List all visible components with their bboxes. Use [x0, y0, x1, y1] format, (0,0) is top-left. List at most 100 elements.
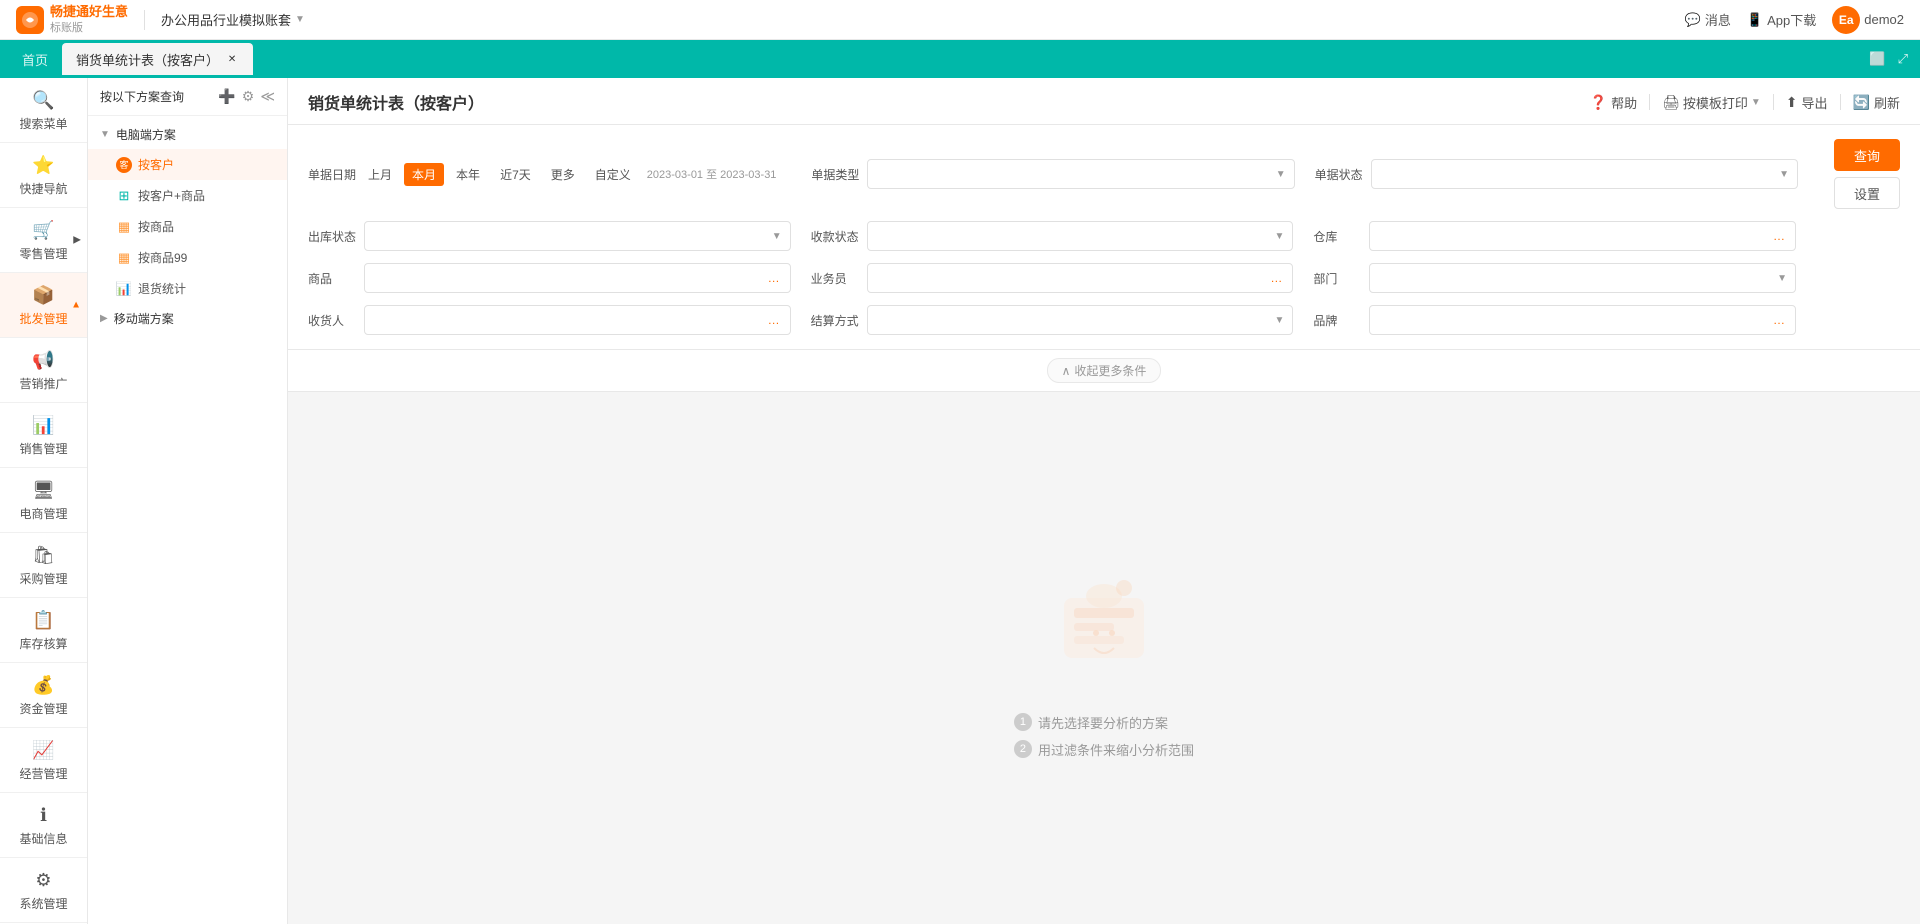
tab-maximize-action[interactable]: ⤢: [1894, 47, 1912, 71]
warehouse-label: 仓库: [1313, 228, 1361, 245]
collapse-button[interactable]: ∧ 收起更多条件: [1047, 358, 1162, 383]
tree-group-desktop: ▼ 电脑端方案 客 按客户 ⊞ 按客户+商品 ▦ 按商品: [88, 120, 287, 304]
date-tab-custom[interactable]: 自定义: [587, 163, 639, 186]
doc-type-label: 单据类型: [811, 166, 859, 183]
help-icon: ❓: [1590, 94, 1607, 111]
tip-2-num: 2: [1014, 740, 1032, 758]
out-status-field: 出库状态 ▼: [308, 221, 791, 251]
system-title-dropdown[interactable]: 办公用品行业模拟账套 ▼: [161, 10, 305, 29]
system-title: 办公用品行业模拟账套: [161, 10, 291, 29]
purchase-icon: 🛍: [32, 545, 55, 566]
query-button[interactable]: 查询: [1834, 139, 1900, 171]
user-area[interactable]: Ea demo2: [1832, 6, 1904, 34]
export-btn[interactable]: ⬆ 导出: [1786, 93, 1828, 112]
customer-icon: 客: [116, 157, 132, 173]
sidebar-item-finance[interactable]: 💰 资金管理: [0, 663, 87, 728]
tree-item-customer-goods[interactable]: ⊞ 按客户+商品: [88, 180, 287, 211]
message-action[interactable]: 💬 消息: [1685, 10, 1731, 29]
sidebar-item-retail[interactable]: 🛒 零售管理 ▶: [0, 208, 87, 273]
tree-item-by-goods-label: 按商品: [138, 218, 174, 235]
top-header: 畅捷通好生意 标账版 办公用品行业模拟账套 ▼ 💬 消息 📱 App下载 Ea …: [0, 0, 1920, 40]
dept-arrow-icon: ▼: [1777, 273, 1787, 284]
sidebar: 🔍 搜索菜单 ⭐ 快捷导航 🛒 零售管理 ▶ 📦 批发管理 ▲ 📢 营销推广 📊…: [0, 78, 88, 924]
main-layout: 🔍 搜索菜单 ⭐ 快捷导航 🛒 零售管理 ▶ 📦 批发管理 ▲ 📢 营销推广 📊…: [0, 78, 1920, 924]
print-icon: 🖨: [1662, 94, 1680, 111]
goods-label: 商品: [308, 270, 356, 287]
out-status-label: 出库状态: [308, 228, 356, 245]
sidebar-item-operations[interactable]: 📈 经营管理: [0, 728, 87, 793]
receipt-status-input[interactable]: ▼: [867, 221, 1294, 251]
sidebar-item-search[interactable]: 🔍 搜索菜单: [0, 78, 87, 143]
collapse-bar: ∧ 收起更多条件: [288, 350, 1920, 392]
ecommerce-icon: 🖥: [32, 480, 55, 501]
template-print-arrow-icon: ▼: [1751, 97, 1761, 108]
tree-item-return-stat[interactable]: 📊 退货统计: [88, 273, 287, 304]
brand-input[interactable]: …: [1369, 305, 1796, 335]
minimize-icon: ⬜: [1869, 51, 1885, 67]
settlement-arrow-icon: ▼: [1274, 315, 1284, 326]
scheme-settings-btn[interactable]: ⚙: [242, 88, 255, 105]
goods-field: 商品 …: [308, 263, 791, 293]
scheme-panel-actions: ➕ ⚙ ≪: [218, 88, 275, 105]
tab-minimize-action[interactable]: ⬜: [1865, 47, 1889, 71]
tree-group-desktop-label: 电脑端方案: [116, 126, 176, 143]
receipt-status-field: 收款状态 ▼: [811, 221, 1294, 251]
sidebar-item-system[interactable]: ⚙ 系统管理: [0, 858, 87, 923]
tree-item-by-customer[interactable]: 客 按客户: [88, 149, 287, 180]
sidebar-item-basic-info[interactable]: ℹ 基础信息: [0, 793, 87, 858]
sidebar-item-quicknav[interactable]: ⭐ 快捷导航: [0, 143, 87, 208]
date-tab-more[interactable]: 更多: [543, 163, 583, 186]
tree-item-by-goods[interactable]: ▦ 按商品: [88, 211, 287, 242]
sidebar-item-purchase[interactable]: 🛍 采购管理: [0, 533, 87, 598]
empty-state: 1 请先选择要分析的方案 2 用过滤条件来缩小分析范围: [288, 392, 1920, 924]
sidebar-item-marketing[interactable]: 📢 营销推广: [0, 338, 87, 403]
warehouse-input[interactable]: …: [1369, 221, 1796, 251]
out-status-input[interactable]: ▼: [364, 221, 791, 251]
tab-sales-stat[interactable]: 销货单统计表（按客户） ✕: [62, 43, 253, 75]
date-tab-this-year[interactable]: 本年: [448, 163, 488, 186]
refresh-icon: 🔄: [1853, 94, 1870, 111]
date-tab-last-month[interactable]: 上月: [360, 163, 400, 186]
help-btn[interactable]: ❓ 帮助: [1590, 93, 1637, 112]
staff-input[interactable]: …: [867, 263, 1294, 293]
goods-input[interactable]: …: [364, 263, 791, 293]
sidebar-system-label: 系统管理: [19, 895, 67, 912]
tree-item-by-goods99[interactable]: ▦ 按商品99: [88, 242, 287, 273]
filter-row-2: 出库状态 ▼ 收款状态 ▼ 仓库: [308, 221, 1900, 251]
app-download-action[interactable]: 📱 App下载: [1747, 10, 1816, 29]
tab-close-icon[interactable]: ✕: [225, 52, 239, 66]
sidebar-item-sales[interactable]: 📊 销售管理: [0, 403, 87, 468]
staff-label: 业务员: [811, 270, 859, 287]
dept-input[interactable]: ▼: [1369, 263, 1796, 293]
sidebar-item-inventory[interactable]: 📋 库存核算: [0, 598, 87, 663]
sidebar-item-wholesale[interactable]: 📦 批发管理 ▲: [0, 273, 87, 338]
sidebar-operations-label: 经营管理: [19, 765, 67, 782]
scheme-add-btn[interactable]: ➕: [218, 88, 235, 105]
doc-status-arrow-icon: ▼: [1779, 169, 1789, 180]
refresh-btn[interactable]: 🔄 刷新: [1853, 93, 1900, 112]
template-print-btn[interactable]: 🖨 按模板打印 ▼: [1662, 93, 1761, 112]
warehouse-field: 仓库 …: [1313, 221, 1796, 251]
receipt-status-label: 收款状态: [811, 228, 859, 245]
sidebar-search-label: 搜索菜单: [19, 115, 67, 132]
content-area: 按以下方案查询 ➕ ⚙ ≪ ▼ 电脑端方案 客 按客户: [88, 78, 1920, 924]
settings-button[interactable]: 设置: [1834, 177, 1900, 209]
tab-home[interactable]: 首页: [8, 43, 62, 75]
consignee-input[interactable]: …: [364, 305, 791, 335]
brand-label: 品牌: [1313, 312, 1361, 329]
tree-group-desktop-header[interactable]: ▼ 电脑端方案: [88, 120, 287, 149]
dept-field: 部门 ▼: [1313, 263, 1796, 293]
wholesale-icon: 📦: [32, 285, 54, 306]
date-tab-this-month[interactable]: 本月: [404, 163, 444, 186]
sidebar-inventory-label: 库存核算: [19, 635, 67, 652]
settlement-input[interactable]: ▼: [867, 305, 1294, 335]
doc-status-input[interactable]: ▼: [1371, 159, 1798, 189]
sidebar-item-ecommerce[interactable]: 🖥 电商管理: [0, 468, 87, 533]
tree-group-mobile-header[interactable]: ▶ 移动端方案: [88, 304, 287, 333]
date-tab-7days[interactable]: 近7天: [492, 163, 539, 186]
scheme-collapse-btn[interactable]: ≪: [260, 88, 275, 105]
warehouse-dots: …: [1773, 229, 1787, 243]
doc-type-input[interactable]: ▼: [867, 159, 1294, 189]
export-label: 导出: [1802, 93, 1828, 112]
tab-home-label: 首页: [22, 50, 48, 69]
